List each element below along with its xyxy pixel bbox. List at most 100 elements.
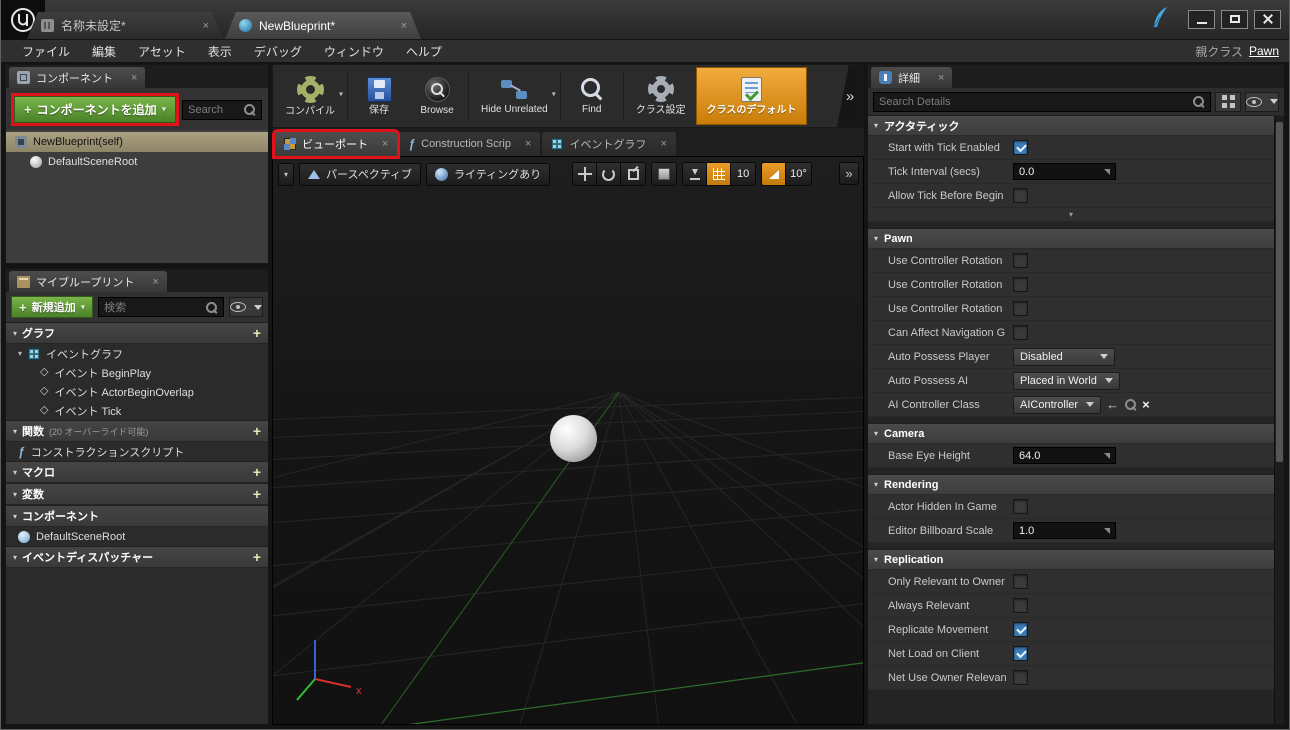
mb-item-event-tick[interactable]: ◇ イベント Tick (6, 401, 268, 420)
dropdown[interactable]: Placed in World (1013, 371, 1120, 390)
scale-tool-button[interactable] (621, 163, 646, 185)
toolbar-save-button[interactable]: 保存 (350, 67, 408, 125)
details-section-pawn[interactable]: ▾ Pawn (868, 228, 1274, 249)
checkbox[interactable] (1013, 253, 1028, 268)
close-icon[interactable]: × (652, 138, 666, 150)
view-options-button[interactable] (229, 297, 263, 317)
viewport-3d[interactable]: x ▾ パースペクティブ ライティングあり 10 10° » (272, 156, 864, 725)
details-section-camera[interactable]: ▾ Camera (868, 423, 1274, 444)
details-section-rendering[interactable]: ▾ Rendering (868, 474, 1274, 495)
add-new-button[interactable]: + 新規追加 ▾ (11, 296, 94, 318)
my-blueprint-search-input[interactable]: 検索 (98, 297, 224, 317)
menu-item-6[interactable]: ウィンドウ (313, 41, 395, 62)
mb-item-event-actorbeginoverlap[interactable]: ◇ イベント ActorBeginOverlap (6, 382, 268, 401)
reset-to-default-icon[interactable] (1104, 527, 1110, 534)
checkbox[interactable] (1013, 499, 1028, 514)
rotation-snap-button[interactable] (762, 163, 787, 185)
add-icon[interactable]: + (253, 550, 261, 564)
menu-item-1[interactable]: ファイル (11, 41, 81, 62)
doc-tab-event-graph[interactable]: イベントグラフ × (542, 132, 676, 156)
mb-section-components[interactable]: ▾ コンポーネント (6, 505, 268, 527)
mb-section-functions[interactable]: ▾ 関数 (20 オーバーライド可能) + (6, 420, 268, 442)
viewport-options-button[interactable]: ▾ (278, 162, 295, 186)
details-section-replication[interactable]: ▾ Replication (868, 549, 1274, 570)
dropdown[interactable]: AIController (1013, 395, 1102, 414)
mb-item-event-graph[interactable]: ▾ イベントグラフ (6, 344, 268, 363)
mb-section-event-dispatchers[interactable]: ▾ イベントディスパッチャー + (6, 546, 268, 568)
menu-item-4[interactable]: 表示 (197, 41, 243, 62)
mb-item-event-beginplay[interactable]: ◇ イベント BeginPlay (6, 363, 268, 382)
reset-to-default-icon[interactable] (1104, 168, 1110, 175)
components-panel-tab[interactable]: コンポーネント × (9, 67, 146, 88)
translate-tool-button[interactable] (573, 163, 598, 185)
maximize-button[interactable] (1221, 9, 1248, 29)
checkbox[interactable] (1013, 646, 1028, 661)
menu-item-7[interactable]: ヘルプ (395, 41, 453, 62)
asset-tab-2[interactable]: NewBlueprint* × (225, 12, 421, 39)
minimize-button[interactable] (1188, 9, 1215, 29)
toolbar-find-button[interactable]: Find (563, 67, 621, 125)
details-search-input[interactable]: Search Details (873, 91, 1211, 112)
mb-section-variables[interactable]: ▾ 変数 + (6, 483, 268, 505)
add-icon[interactable]: + (253, 487, 261, 501)
checkbox[interactable] (1013, 622, 1028, 637)
toolbar-class-settings-button[interactable]: クラス設定 (626, 67, 696, 125)
mb-section-graphs[interactable]: ▾ グラフ + (6, 322, 268, 344)
toolbar-overflow-button[interactable]: » (837, 65, 863, 127)
doc-tab-viewport[interactable]: ビューポート × (275, 132, 398, 156)
checkbox[interactable] (1013, 301, 1028, 316)
scrollbar-thumb[interactable] (1276, 122, 1283, 462)
menu-item-5[interactable]: デバッグ (243, 41, 313, 62)
toolbar-class-defaults-button[interactable]: クラスのデフォルト (695, 67, 808, 125)
doc-tab-construction-script[interactable]: ƒ Construction Scrip × (399, 132, 541, 156)
view-mode-button[interactable]: ライティングあり (426, 162, 551, 186)
grid-snap-value[interactable]: 10 (731, 163, 756, 185)
menu-item-3[interactable]: アセット (127, 41, 197, 62)
mb-section-macros[interactable]: ▾ マクロ + (6, 461, 268, 483)
rotation-snap-value[interactable]: 10° (786, 163, 811, 185)
add-icon[interactable]: + (253, 465, 261, 479)
rotate-tool-button[interactable] (597, 163, 622, 185)
number-input[interactable]: 64.0 (1013, 447, 1116, 464)
checkbox[interactable] (1013, 188, 1028, 203)
viewport-toolbar-overflow-button[interactable]: » (839, 162, 859, 185)
mb-item-construction-script[interactable]: ƒ コンストラクションスクリプト (6, 442, 268, 461)
component-item-newblueprint-self[interactable]: NewBlueprint(self) (6, 132, 268, 152)
mb-item-default-scene-root[interactable]: DefaultSceneRoot (6, 527, 268, 546)
checkbox[interactable] (1013, 598, 1028, 613)
reset-to-default-icon[interactable] (1104, 452, 1110, 459)
add-icon[interactable]: + (253, 326, 261, 340)
checkbox[interactable] (1013, 325, 1028, 340)
number-input[interactable]: 0.0 (1013, 163, 1116, 180)
use-selected-asset-icon[interactable]: ← (1106, 397, 1119, 412)
checkbox[interactable] (1013, 140, 1028, 155)
coordinate-system-button[interactable] (652, 163, 677, 185)
details-scrollbar[interactable] (1274, 116, 1284, 724)
close-icon[interactable]: × (930, 72, 944, 84)
browse-icon[interactable] (1124, 398, 1137, 411)
sphere-mesh[interactable] (550, 415, 597, 462)
parent-class-link[interactable]: Pawn (1249, 44, 1279, 58)
property-matrix-button[interactable] (1215, 91, 1241, 112)
number-input[interactable]: 1.0 (1013, 522, 1116, 539)
checkbox[interactable] (1013, 277, 1028, 292)
clear-icon[interactable]: × (1142, 397, 1150, 412)
perspective-button[interactable]: パースペクティブ (299, 162, 422, 186)
add-icon[interactable]: + (253, 424, 261, 438)
details-section-actor-tick[interactable]: ▾ アクタティック (868, 115, 1274, 136)
menu-item-2[interactable]: 編集 (81, 41, 127, 62)
asset-tab-1[interactable]: 名称未設定* × (27, 12, 223, 39)
checkbox[interactable] (1013, 670, 1028, 685)
expand-advanced-button[interactable]: ▾ (868, 208, 1274, 222)
details-panel-tab[interactable]: 詳細 × (871, 67, 953, 88)
toolbar-compile-button[interactable]: コンパイル ▾ (275, 67, 345, 125)
dropdown[interactable]: Disabled (1013, 347, 1115, 366)
surface-snap-button[interactable] (683, 163, 708, 185)
my-blueprint-panel-tab[interactable]: マイブループリント × (9, 271, 167, 292)
close-button[interactable] (1254, 9, 1281, 29)
toolbar-browse-button[interactable]: Browse (408, 67, 466, 125)
close-icon[interactable]: × (123, 72, 137, 84)
tutorial-feather-icon[interactable] (1151, 6, 1168, 32)
toolbar-hide-unrelated-button[interactable]: Hide Unrelated ▾ (471, 67, 558, 125)
close-icon[interactable]: × (517, 138, 531, 150)
